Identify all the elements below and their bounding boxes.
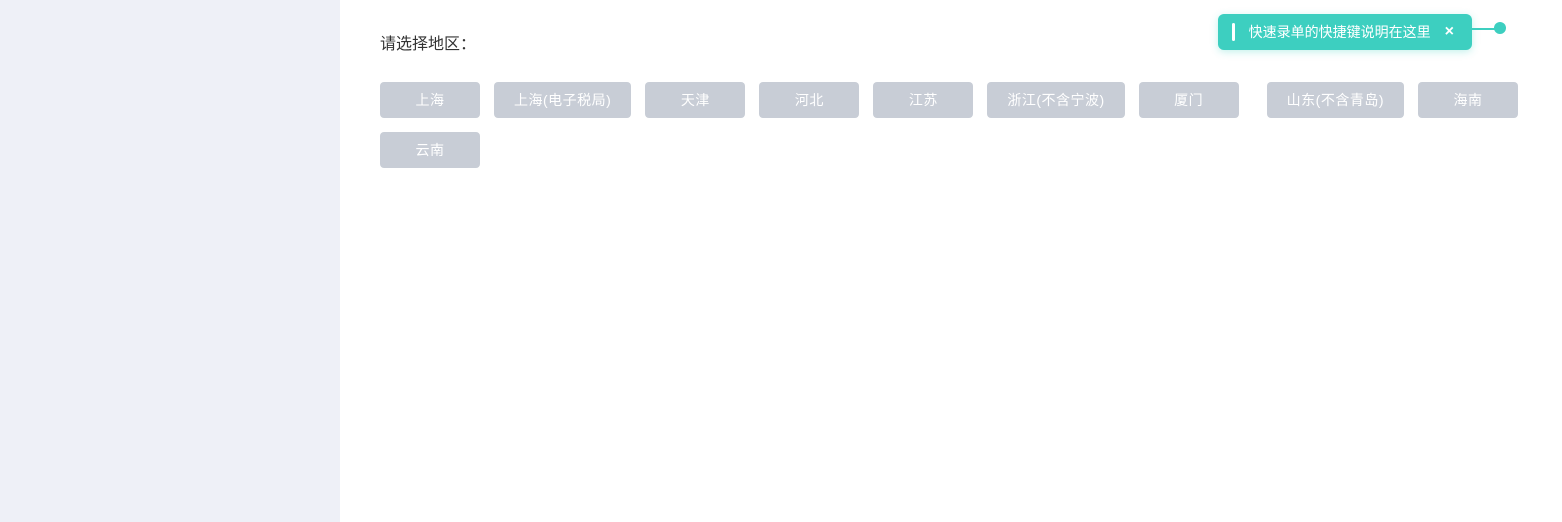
region-btn-xiamen[interactable]: 厦门	[1139, 82, 1239, 118]
region-btn-hainan[interactable]: 海南	[1418, 82, 1518, 118]
region-btn-shanghai[interactable]: 上海	[380, 82, 480, 118]
sidebar	[0, 0, 340, 522]
region-btn-tianjin[interactable]: 天津	[645, 82, 745, 118]
region-btn-jiangsu[interactable]: 江苏	[873, 82, 973, 118]
main-content: 请选择地区： 上海 上海(电子税局) 天津 河北 江苏 浙江(不含宁波) 厦门 …	[340, 0, 1562, 522]
region-btn-yunnan[interactable]: 云南	[380, 132, 480, 168]
tooltip-text: 快速录单的快捷键说明在这里	[1249, 22, 1431, 42]
region-button-group: 上海 上海(电子税局) 天津 河北 江苏 浙江(不含宁波) 厦门 山东(不含青岛…	[380, 82, 1522, 168]
region-btn-shandong[interactable]: 山东(不含青岛)	[1267, 82, 1404, 118]
tooltip-close-button[interactable]: ×	[1445, 23, 1454, 41]
region-btn-shanghai-etax[interactable]: 上海(电子税局)	[494, 82, 631, 118]
region-btn-zhejiang[interactable]: 浙江(不含宁波)	[987, 82, 1124, 118]
region-btn-hebei[interactable]: 河北	[759, 82, 859, 118]
tooltip-dot-indicator	[1494, 22, 1506, 34]
tooltip-badge: 快速录单的快捷键说明在这里 ×	[1218, 14, 1472, 50]
